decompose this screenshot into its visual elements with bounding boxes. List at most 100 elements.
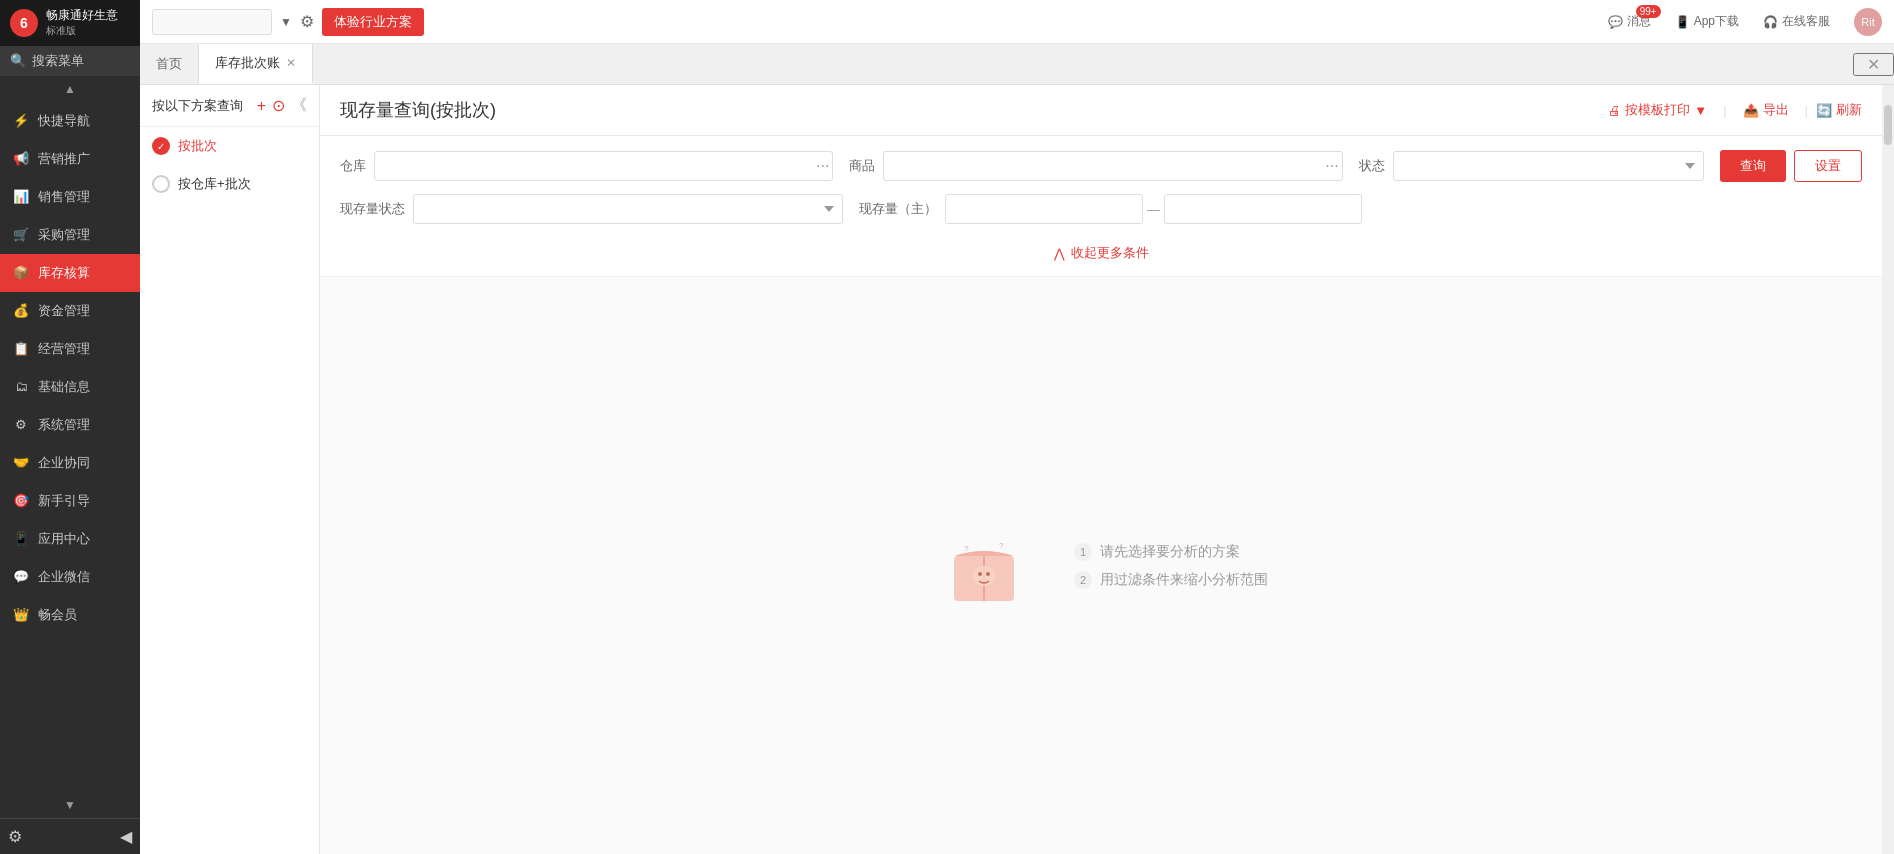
page-header-actions: 🖨 按模板打印 ▼ | 📤 导出 | 🔄 刷新 <box>1600 97 1862 123</box>
filter-options-btn[interactable]: ⊙ <box>272 95 285 116</box>
sidebar-item-newbie[interactable]: 🎯 新手引导 <box>0 482 140 520</box>
search-row-1: 仓库 ··· 商品 ··· <box>340 150 1862 182</box>
scroll-down-btn[interactable]: ▼ <box>62 796 78 814</box>
basic-icon: 🗂 <box>12 378 30 396</box>
stock-qty-max-input[interactable] <box>1164 194 1362 224</box>
filter-item-by-warehouse-batch[interactable]: 按仓库+批次 <box>140 165 319 203</box>
product-more-btn[interactable]: ··· <box>1325 157 1338 175</box>
empty-tips: 1 请先选择要分析的方案 2 用过滤条件来缩小分析范围 <box>1074 543 1268 589</box>
warehouse-more-btn[interactable]: ··· <box>816 157 829 175</box>
collapse-sidebar-btn[interactable]: ◀ <box>120 827 132 846</box>
finance-icon: 💰 <box>12 302 30 320</box>
sidebar-item-member[interactable]: 👑 畅会员 <box>0 596 140 634</box>
tab-home[interactable]: 首页 <box>140 45 199 83</box>
filter-panel-header: 按以下方案查询 + ⊙ 《 <box>140 85 319 127</box>
sidebar-item-app-center[interactable]: 📱 应用中心 <box>0 520 140 558</box>
svg-point-3 <box>978 572 982 576</box>
stock-status-select[interactable] <box>413 194 843 224</box>
warehouse-input[interactable] <box>374 151 833 181</box>
stock-qty-field: 现存量（主） — <box>859 194 1362 224</box>
settings-btn[interactable]: ⚙ <box>8 827 22 846</box>
sidebar-item-inventory[interactable]: 📦 库存核算 <box>0 254 140 292</box>
search-row-2: 现存量状态 现存量（主） — <box>340 194 1862 224</box>
product-field: 商品 ··· <box>849 151 1342 181</box>
member-icon: 👑 <box>12 606 30 624</box>
svg-text:?: ? <box>999 541 1004 550</box>
sidebar-item-label: 快捷导航 <box>38 112 90 130</box>
inventory-icon: 📦 <box>12 264 30 282</box>
topbar: ▼ ⚙ 体验行业方案 💬 消息 99+ 📱 App下载 🎧 在线客服 Rit <box>140 0 1894 44</box>
tip-num-2: 2 <box>1074 571 1092 589</box>
sidebar-item-marketing[interactable]: 📢 营销推广 <box>0 140 140 178</box>
sidebar-item-system[interactable]: ⚙ 系统管理 <box>0 406 140 444</box>
filter-item-by-batch[interactable]: ✓ 按批次 <box>140 127 319 165</box>
status-select[interactable] <box>1393 151 1704 181</box>
user-name: Rit <box>1861 16 1874 28</box>
tab-close-all-btn[interactable]: ✕ <box>1853 53 1894 76</box>
sidebar-item-finance[interactable]: 💰 资金管理 <box>0 292 140 330</box>
print-btn[interactable]: 🖨 按模板打印 ▼ <box>1600 97 1715 123</box>
topbar-online-service[interactable]: 🎧 在线客服 <box>1763 13 1830 30</box>
main-area: ▼ ⚙ 体验行业方案 💬 消息 99+ 📱 App下载 🎧 在线客服 Rit 首… <box>140 0 1894 854</box>
tab-close-btn[interactable]: ✕ <box>286 56 296 70</box>
collapse-conditions-btn[interactable]: ⋀ 收起更多条件 <box>340 236 1862 262</box>
sidebar-search[interactable]: 🔍 搜索菜单 <box>0 46 140 76</box>
page-header: 现存量查询(按批次) 🖨 按模板打印 ▼ | 📤 导出 | 🔄 <box>320 85 1882 136</box>
sales-icon: 📊 <box>12 188 30 206</box>
search-icon: 🔍 <box>10 53 26 68</box>
sidebar-scroll-down: ▼ <box>0 792 140 818</box>
filter-item-batch-label: 按批次 <box>178 137 217 155</box>
trial-btn[interactable]: 体验行业方案 <box>322 8 424 36</box>
sidebar-item-enterprise[interactable]: 🤝 企业协同 <box>0 444 140 482</box>
sidebar-item-label: 畅会员 <box>38 606 77 624</box>
marketing-icon: 📢 <box>12 150 30 168</box>
filter-inactive-circle <box>152 175 170 193</box>
refresh-btn[interactable]: 🔄 刷新 <box>1816 101 1862 119</box>
export-btn[interactable]: 📤 导出 <box>1735 97 1797 123</box>
stock-qty-label: 现存量（主） <box>859 200 937 218</box>
app-center-icon: 📱 <box>12 530 30 548</box>
topbar-gear-btn[interactable]: ⚙ <box>300 12 314 31</box>
msg-icon: 💬 <box>1608 15 1623 29</box>
sidebar-item-label: 采购管理 <box>38 226 90 244</box>
sidebar-item-basic[interactable]: 🗂 基础信息 <box>0 368 140 406</box>
right-scrollbar[interactable] <box>1882 85 1894 854</box>
stock-qty-min-input[interactable] <box>945 194 1143 224</box>
sidebar-item-label: 库存核算 <box>38 264 90 282</box>
filter-active-dot: ✓ <box>152 137 170 155</box>
sidebar-item-sales[interactable]: 📊 销售管理 <box>0 178 140 216</box>
product-input[interactable] <box>883 151 1342 181</box>
sidebar-item-ops[interactable]: 📋 经营管理 <box>0 330 140 368</box>
query-btn[interactable]: 查询 <box>1720 150 1786 182</box>
sidebar-item-label: 销售管理 <box>38 188 90 206</box>
empty-state: ? ? 1 请先选择要分析的方案 2 用过滤条件来缩小分析范围 <box>320 277 1882 854</box>
svg-point-4 <box>986 572 990 576</box>
topbar-msg[interactable]: 💬 消息 99+ <box>1608 13 1651 30</box>
svg-text:?: ? <box>964 544 969 553</box>
topbar-dropdown-btn[interactable]: ▼ <box>280 15 292 29</box>
app-logo: 6 <box>10 9 38 37</box>
set-btn[interactable]: 设置 <box>1794 150 1862 182</box>
sidebar-item-purchase[interactable]: 🛒 采购管理 <box>0 216 140 254</box>
sidebar-item-label: 应用中心 <box>38 530 90 548</box>
filter-panel: 按以下方案查询 + ⊙ 《 ✓ 按批次 按仓库+批次 <box>140 85 320 854</box>
sidebar-search-label: 搜索菜单 <box>32 52 84 70</box>
user-avatar[interactable]: Rit <box>1854 8 1882 36</box>
collapse-label: 收起更多条件 <box>1071 244 1149 262</box>
warehouse-field: 仓库 ··· <box>340 151 833 181</box>
warehouse-label: 仓库 <box>340 157 366 175</box>
topbar-app-download[interactable]: 📱 App下载 <box>1675 13 1739 30</box>
filter-collapse-btn[interactable]: 《 <box>291 95 307 116</box>
page-title: 现存量查询(按批次) <box>340 98 496 122</box>
app-download-label: App下载 <box>1694 13 1739 30</box>
filter-add-btn[interactable]: + <box>257 95 266 116</box>
topbar-search-input[interactable] <box>152 9 272 35</box>
sidebar-item-label: 企业协同 <box>38 454 90 472</box>
scroll-up-btn[interactable]: ▲ <box>62 80 78 98</box>
tip-text-1: 请先选择要分析的方案 <box>1100 543 1240 561</box>
tab-batch-account[interactable]: 库存批次账 ✕ <box>199 44 313 84</box>
empty-tip-1: 1 请先选择要分析的方案 <box>1074 543 1268 561</box>
sidebar-item-quick-nav[interactable]: ⚡ 快捷导航 <box>0 102 140 140</box>
sidebar-item-label: 企业微信 <box>38 568 90 586</box>
sidebar-item-wechat[interactable]: 💬 企业微信 <box>0 558 140 596</box>
